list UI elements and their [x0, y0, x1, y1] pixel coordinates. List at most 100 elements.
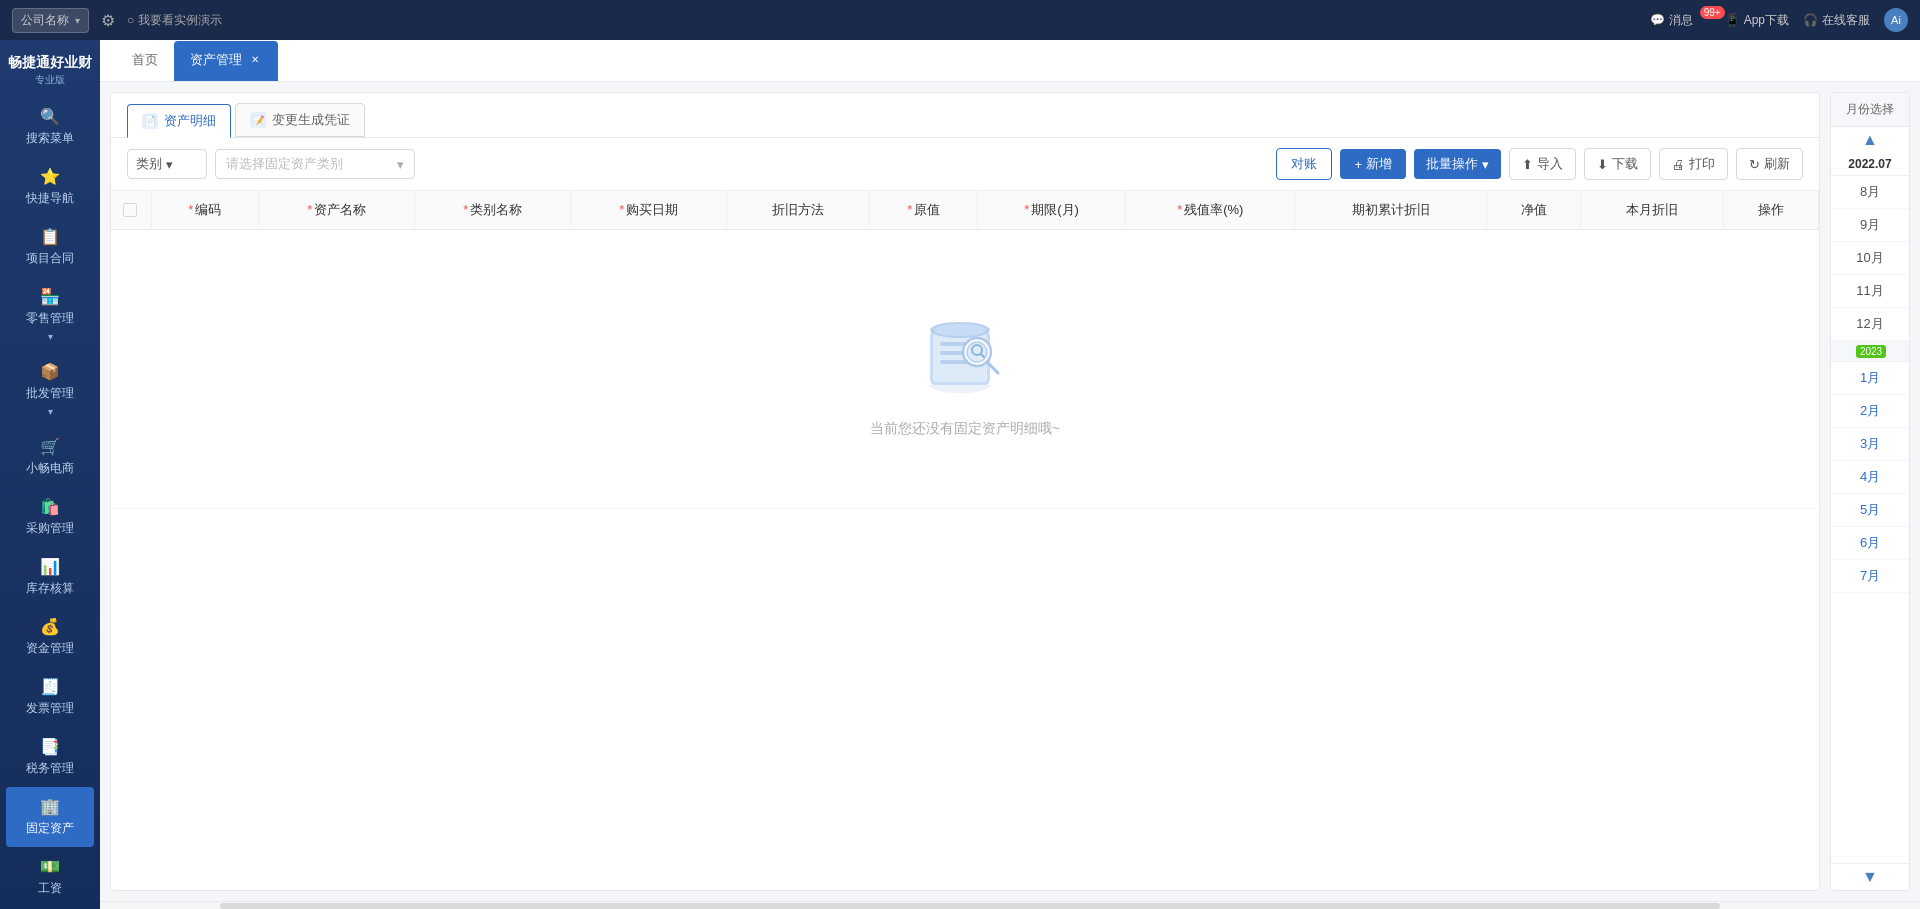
sidebar: 畅捷通好业财 专业版 🔍 搜索菜单 ⭐ 快捷导航 📋 项目合同 🏪 零售管理 ▾… [0, 40, 100, 909]
top-bar-left: 公司名称 ▾ ⚙ ○ 我要看实例演示 [12, 7, 1640, 34]
settings-button[interactable]: ⚙ [97, 7, 119, 34]
app-download-text: App下载 [1744, 12, 1789, 29]
sidebar-finance-label: 资金管理 [26, 640, 74, 657]
message-button[interactable]: 💬 消息 99+ [1650, 12, 1711, 29]
month-item-2023-7[interactable]: 7月 [1831, 560, 1909, 593]
toolbar: 类别 ▾ 请选择固定资产类别 ▾ 对账 + 新增 [111, 138, 1819, 191]
demo-text: 我要看实例演示 [138, 12, 222, 29]
company-selector[interactable]: 公司名称 ▾ [12, 8, 89, 33]
logo-text: 畅捷通好业财 [8, 54, 92, 71]
refresh-label: 刷新 [1764, 155, 1790, 173]
sidebar-project-label: 项目合同 [26, 250, 74, 267]
content-area: 首页 资产管理 ✕ 📄 资产明细 📝 变更生成凭证 [100, 40, 1920, 909]
month-item-10[interactable]: 10月 [1831, 242, 1909, 275]
message-badge: 99+ [1700, 6, 1725, 19]
bottom-scrollbar[interactable] [100, 901, 1920, 909]
month-year-2023: 2023 [1831, 341, 1909, 362]
month-item-2023-5[interactable]: 5月 [1831, 494, 1909, 527]
sidebar-item-ecommerce[interactable]: 🛒 小畅电商 [0, 427, 100, 487]
empty-state: 当前您还没有固定资产明细哦~ [123, 240, 1807, 498]
batch-label: 批量操作 [1426, 155, 1478, 173]
sub-tab-change-voucher-label: 变更生成凭证 [272, 111, 350, 129]
app-download-button[interactable]: 📱 App下载 [1725, 12, 1789, 29]
month-item-2023-6[interactable]: 6月 [1831, 527, 1909, 560]
th-monthly-depreciation: 本月折旧 [1581, 191, 1724, 230]
month-item-2023-4[interactable]: 4月 [1831, 461, 1909, 494]
tab-home[interactable]: 首页 [116, 41, 174, 81]
sidebar-item-invoice[interactable]: 🧾 发票管理 [0, 667, 100, 727]
add-button-label: 新增 [1366, 155, 1392, 173]
sidebar-item-inventory[interactable]: 📊 库存核算 [0, 547, 100, 607]
asset-table: *编码 *资产名称 *类别名称 *购买日期 折旧方法 *原值 *期限(月) *残… [111, 191, 1819, 509]
month-item-2023-3[interactable]: 3月 [1831, 428, 1909, 461]
online-service-button[interactable]: 🎧 在线客服 [1803, 12, 1870, 29]
phone-icon: 📱 [1725, 13, 1740, 27]
sidebar-item-quick-nav[interactable]: ⭐ 快捷导航 [0, 157, 100, 217]
th-original-value: *原值 [870, 191, 978, 230]
th-code: *编码 [151, 191, 259, 230]
print-label: 打印 [1689, 155, 1715, 173]
quick-nav-icon: ⭐ [40, 167, 60, 186]
category-select[interactable]: 类别 ▾ [127, 149, 207, 179]
add-button[interactable]: + 新增 [1340, 149, 1406, 179]
sidebar-salary-label: 工资 [38, 880, 62, 897]
purchase-icon: 🛍️ [40, 497, 60, 516]
download-button[interactable]: ⬇ 下载 [1584, 148, 1651, 180]
avatar-initials: Ai [1891, 14, 1901, 26]
sub-tabs: 📄 资产明细 📝 变更生成凭证 [111, 93, 1819, 138]
chevron-down-icon: ▾ [75, 15, 80, 26]
user-avatar[interactable]: Ai [1884, 8, 1908, 32]
scrollbar-thumb[interactable] [220, 903, 1720, 909]
sidebar-item-fixed-assets[interactable]: 🏢 固定资产 [6, 787, 94, 847]
month-item-9[interactable]: 9月 [1831, 209, 1909, 242]
month-nav-down-button[interactable]: ▼ [1854, 868, 1886, 886]
th-period: *期限(月) [978, 191, 1126, 230]
th-residual-rate: *残值率(%) [1126, 191, 1295, 230]
refresh-icon: ↻ [1749, 157, 1760, 172]
sidebar-fixed-assets-label: 固定资产 [26, 820, 74, 837]
tab-asset-management-label: 资产管理 [190, 51, 242, 69]
reconcile-button[interactable]: 对账 [1276, 148, 1332, 180]
sidebar-item-wholesale[interactable]: 📦 批发管理 ▾ [0, 352, 100, 427]
sidebar-item-purchase[interactable]: 🛍️ 采购管理 [0, 487, 100, 547]
sidebar-item-project[interactable]: 📋 项目合同 [0, 217, 100, 277]
sidebar-item-salary[interactable]: 💵 工资 [0, 847, 100, 907]
tab-asset-management[interactable]: 资产管理 ✕ [174, 41, 278, 81]
batch-button[interactable]: 批量操作 ▾ [1414, 149, 1501, 179]
main-layout: 畅捷通好业财 专业版 🔍 搜索菜单 ⭐ 快捷导航 📋 项目合同 🏪 零售管理 ▾… [0, 40, 1920, 909]
sub-tab-change-voucher[interactable]: 📝 变更生成凭证 [235, 103, 365, 137]
import-button[interactable]: ⬆ 导入 [1509, 148, 1576, 180]
table-area[interactable]: *编码 *资产名称 *类别名称 *购买日期 折旧方法 *原值 *期限(月) *残… [111, 191, 1819, 890]
month-item-8[interactable]: 8月 [1831, 176, 1909, 209]
invoice-icon: 🧾 [40, 677, 60, 696]
sub-tab-asset-detail[interactable]: 📄 资产明细 [127, 104, 231, 138]
month-item-12[interactable]: 12月 [1831, 308, 1909, 341]
print-icon: 🖨 [1672, 157, 1685, 172]
sidebar-item-search[interactable]: 🔍 搜索菜单 [0, 97, 100, 157]
import-label: 导入 [1537, 155, 1563, 173]
category-input[interactable]: 请选择固定资产类别 ▾ [215, 149, 415, 179]
month-nav-up-button[interactable]: ▲ [1854, 131, 1886, 149]
th-operation: 操作 [1724, 191, 1819, 230]
sub-tab-asset-detail-label: 资产明细 [164, 112, 216, 130]
tab-close-button[interactable]: ✕ [248, 53, 262, 67]
th-asset-name: *资产名称 [259, 191, 415, 230]
select-all-checkbox[interactable] [123, 203, 137, 217]
print-button[interactable]: 🖨 打印 [1659, 148, 1728, 180]
plus-icon: + [1354, 157, 1362, 172]
month-item-2023-1[interactable]: 1月 [1831, 362, 1909, 395]
demo-link[interactable]: ○ 我要看实例演示 [127, 12, 222, 29]
th-net-value: 净值 [1486, 191, 1581, 230]
th-category: *类别名称 [415, 191, 571, 230]
month-item-11[interactable]: 11月 [1831, 275, 1909, 308]
batch-arrow-icon: ▾ [1482, 157, 1489, 172]
main-panel: 📄 资产明细 📝 变更生成凭证 类别 ▾ [110, 92, 1820, 891]
month-nav-up[interactable]: ▲ [1831, 127, 1909, 153]
refresh-button[interactable]: ↻ 刷新 [1736, 148, 1803, 180]
month-item-2023-2[interactable]: 2月 [1831, 395, 1909, 428]
sidebar-item-retail[interactable]: 🏪 零售管理 ▾ [0, 277, 100, 352]
month-nav-down[interactable]: ▼ [1831, 863, 1909, 890]
sidebar-item-tax[interactable]: 📑 税务管理 [0, 727, 100, 787]
th-checkbox [111, 191, 151, 230]
sidebar-item-finance[interactable]: 💰 资金管理 [0, 607, 100, 667]
